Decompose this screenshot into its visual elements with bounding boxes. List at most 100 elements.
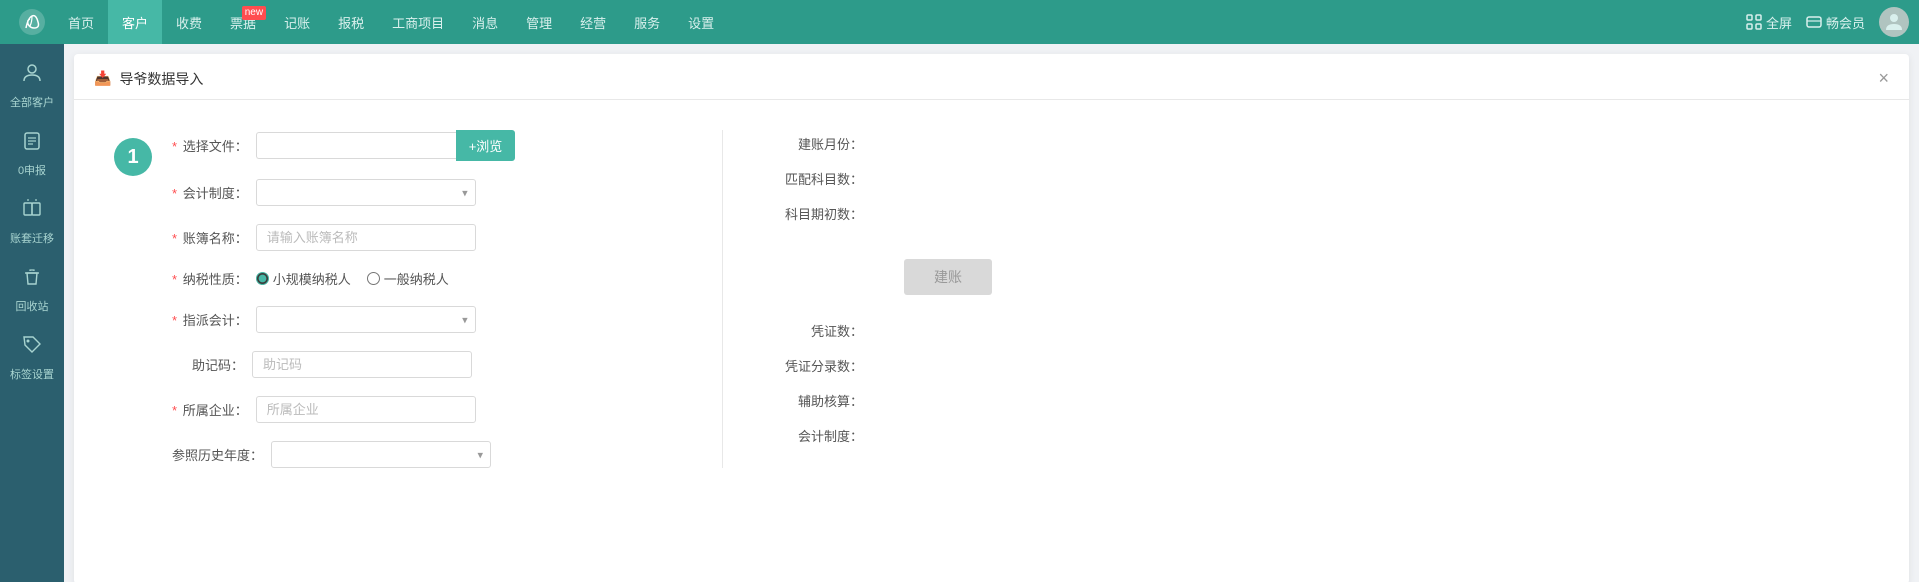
section-divider (722, 130, 723, 468)
dialog-title: 📥 导爷数据导入 (94, 69, 203, 89)
right-accounting-system-row: 会计制度： (773, 426, 1033, 445)
app-logo[interactable] (10, 0, 54, 44)
nav-home[interactable]: 首页 (54, 0, 108, 44)
sidebar-item-all-customers[interactable]: 全部客户 (0, 52, 64, 120)
main-content: 📥 导爷数据导入 × 1 * (64, 44, 1919, 582)
match-subjects-label: 匹配科目数： (773, 169, 863, 188)
dialog-body: 1 * 选择文件： +浏览 (74, 100, 1909, 498)
build-account-button[interactable]: 建账 (904, 259, 992, 295)
right-accounting-system-label: 会计制度： (773, 426, 863, 445)
nav-customer[interactable]: 客户 (108, 0, 162, 44)
step-circle: 1 (114, 138, 152, 176)
accounting-system-label: * 会计制度： (172, 183, 248, 202)
build-month-row: 建账月份： (773, 134, 1033, 153)
sidebar-item-tag-settings[interactable]: 标签设置 (0, 324, 64, 392)
memo-code-row: 助记码： (172, 351, 672, 378)
file-label: * 选择文件： (172, 136, 248, 155)
avatar-icon (1882, 10, 1906, 34)
nav-items: 首页 客户 收费 票据 new 记账 报税 工商项目 消息 管理 经营 服务 设… (54, 0, 1746, 44)
recycle-icon (21, 266, 43, 294)
dialog-card: 📥 导爷数据导入 × 1 * (74, 54, 1909, 582)
build-month-label: 建账月份： (773, 134, 863, 153)
assign-accountant-select[interactable] (256, 306, 476, 333)
voucher-entries-label: 凭证分录数： (773, 356, 863, 375)
form-section: 1 * 选择文件： +浏览 (114, 130, 672, 468)
memo-code-input[interactable] (252, 351, 472, 378)
file-input[interactable] (256, 132, 456, 159)
assign-accountant-label: * 指派会计： (172, 310, 248, 329)
nav-ops[interactable]: 经营 (566, 0, 620, 44)
sidebar-item-recycle[interactable]: 回收站 (0, 256, 64, 324)
nav-ledger[interactable]: 记账 (270, 0, 324, 44)
nav-tax[interactable]: 报税 (324, 0, 378, 44)
nav-invoice[interactable]: 票据 new (216, 0, 270, 44)
account-move-icon (21, 198, 43, 226)
match-subjects-row: 匹配科目数： (773, 169, 1033, 188)
sidebar-item-account-move[interactable]: 账套迁移 (0, 188, 64, 256)
dialog-header: 📥 导爷数据导入 × (74, 54, 1909, 100)
aux-accounting-label: 辅助核算： (773, 391, 863, 410)
top-nav-right: 全屏 畅会员 (1746, 7, 1909, 37)
nav-bizproject[interactable]: 工商项目 (378, 0, 458, 44)
accounting-system-row: * 会计制度： (172, 179, 672, 206)
sidebar-label-tag-settings: 标签设置 (10, 366, 54, 382)
browse-button[interactable]: +浏览 (456, 130, 516, 161)
ledger-name-row: * 账簿名称： (172, 224, 672, 251)
nav-manage[interactable]: 管理 (512, 0, 566, 44)
sidebar-label-all-customers: 全部客户 (10, 94, 54, 110)
form-grid: * 选择文件： +浏览 * 会计制度： (172, 130, 672, 468)
tax-type-row: * 纳税性质： 小规模纳税人 一般纳税人 (172, 269, 672, 288)
subjects-initial-row: 科目期初数： (773, 204, 1033, 223)
fullscreen-label: 全屏 (1766, 13, 1792, 32)
tax-type-label: * 纳税性质： (172, 269, 248, 288)
dialog-title-icon: 📥 (94, 70, 111, 87)
nav-settings[interactable]: 设置 (674, 0, 728, 44)
sidebar-label-declare: 0申报 (18, 162, 46, 178)
member-button[interactable]: 畅会员 (1806, 13, 1865, 32)
memo-code-label: 助记码： (172, 355, 244, 374)
tag-settings-icon (21, 334, 43, 362)
file-row: * 选择文件： +浏览 (172, 130, 672, 161)
user-avatar[interactable] (1879, 7, 1909, 37)
reference-year-select-wrapper (271, 441, 491, 468)
subjects-initial-label: 科目期初数： (773, 204, 863, 223)
sidebar-label-recycle: 回收站 (16, 298, 49, 314)
nav-service[interactable]: 服务 (620, 0, 674, 44)
all-customers-icon (21, 62, 43, 90)
close-button[interactable]: × (1878, 68, 1889, 89)
company-row: * 所属企业： (172, 396, 672, 423)
nav-fee[interactable]: 收费 (162, 0, 216, 44)
member-label: 畅会员 (1826, 13, 1865, 32)
declare-icon (21, 130, 43, 158)
ledger-name-input[interactable] (256, 224, 476, 251)
company-label: * 所属企业： (172, 400, 248, 419)
accounting-system-select[interactable] (256, 179, 476, 206)
voucher-entries-row: 凭证分录数： (773, 356, 1033, 375)
assign-accountant-row: * 指派会计： (172, 306, 672, 333)
reference-year-row: 参照历史年度： (172, 441, 672, 468)
radio-small-taxpayer[interactable]: 小规模纳税人 (256, 269, 351, 288)
radio-general-taxpayer[interactable]: 一般纳税人 (367, 269, 449, 288)
right-info-section: 建账月份： 匹配科目数： 科目期初数： 建账 凭证 (773, 130, 1033, 468)
top-navigation: 首页 客户 收费 票据 new 记账 报税 工商项目 消息 管理 经营 服务 设… (0, 0, 1919, 44)
sidebar-item-declare[interactable]: 0申报 (0, 120, 64, 188)
company-input[interactable] (256, 396, 476, 423)
dialog-title-text: 导爷数据导入 (119, 69, 203, 89)
reference-year-label: 参照历史年度： (172, 445, 263, 464)
ledger-name-label: * 账簿名称： (172, 228, 248, 247)
new-badge: new (242, 6, 266, 20)
assign-accountant-select-wrapper (256, 306, 476, 333)
member-icon (1806, 14, 1822, 30)
reference-year-select[interactable] (271, 441, 491, 468)
voucher-row: 凭证数： (773, 321, 1033, 340)
fullscreen-icon (1746, 14, 1762, 30)
sidebar: 全部客户 0申报 账套迁移 (0, 44, 64, 582)
tax-type-radio-group: 小规模纳税人 一般纳税人 (256, 269, 449, 288)
fullscreen-button[interactable]: 全屏 (1746, 13, 1792, 32)
voucher-label: 凭证数： (773, 321, 863, 340)
accounting-system-select-wrapper (256, 179, 476, 206)
file-input-group: +浏览 (256, 130, 516, 161)
aux-accounting-row: 辅助核算： (773, 391, 1033, 410)
nav-message[interactable]: 消息 (458, 0, 512, 44)
sidebar-label-account-move: 账套迁移 (10, 230, 54, 246)
